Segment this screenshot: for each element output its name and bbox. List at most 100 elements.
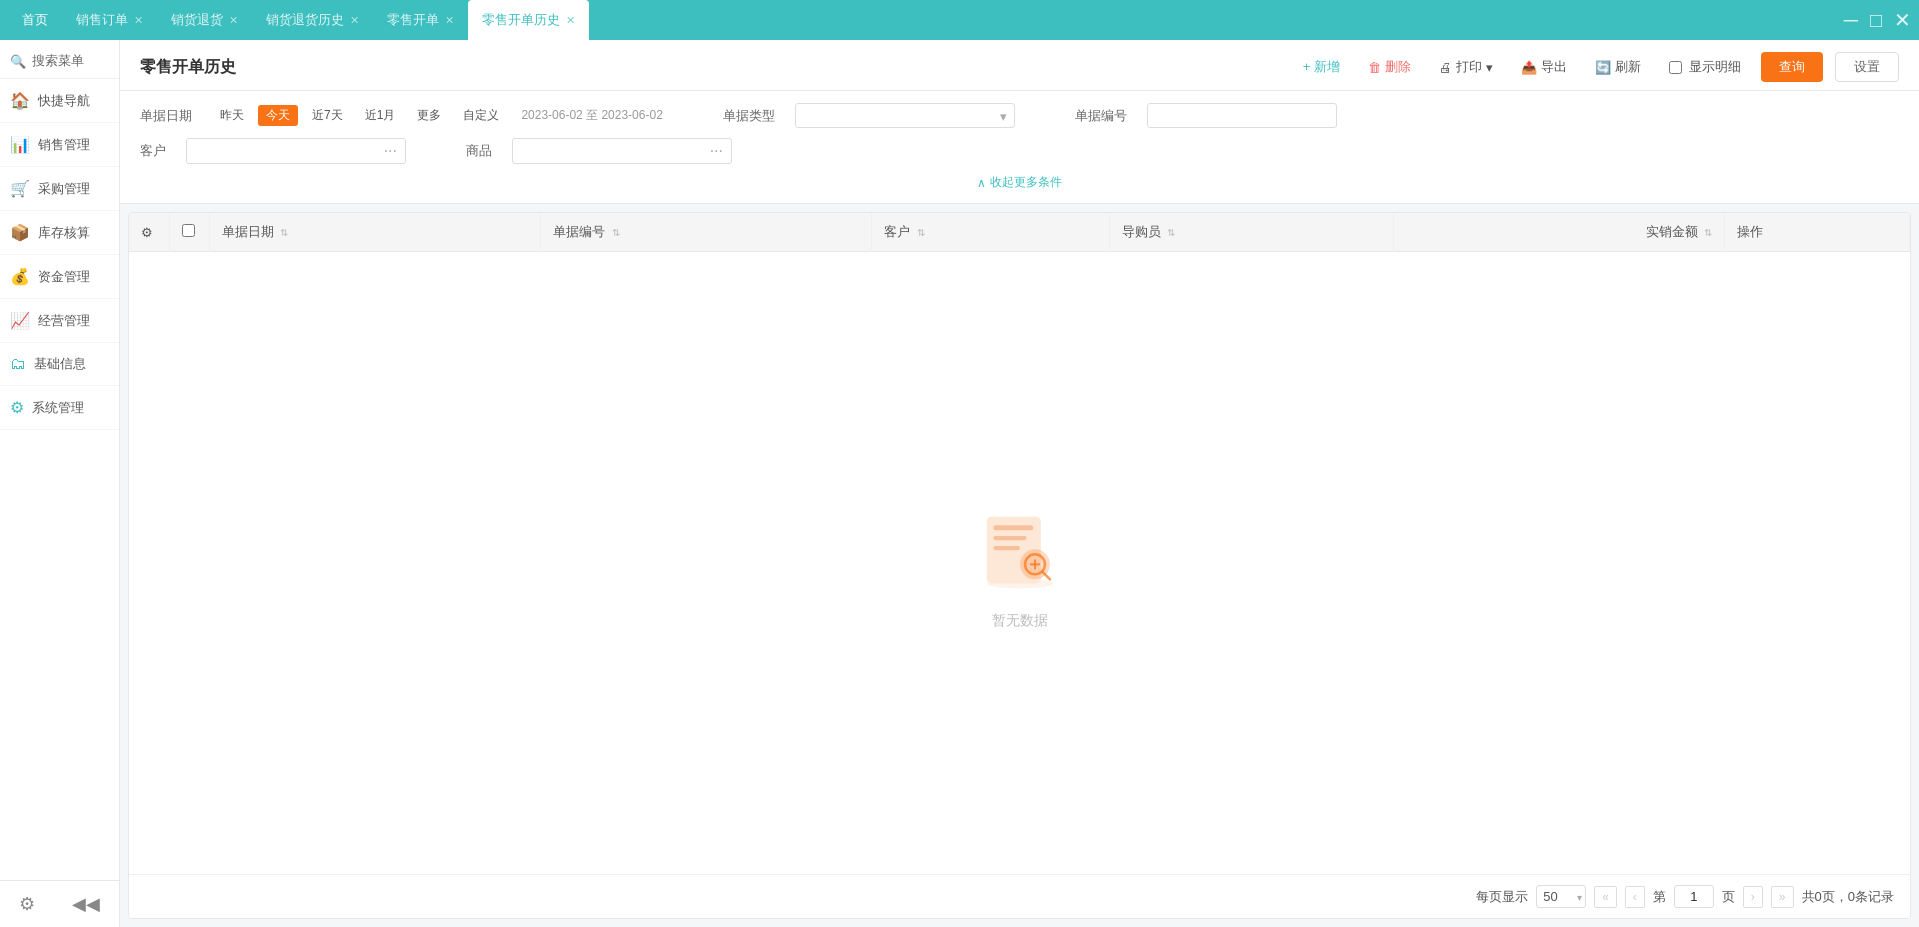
- tab-home[interactable]: 首页: [8, 0, 62, 40]
- filter-row-1: 单据日期 昨天 今天 近7天 近1月 更多 自定义 2023-06-02 至 2…: [140, 103, 1899, 128]
- tab-bar: 首页 销售订单 ✕ 销货退货 ✕ 销货退货历史 ✕ 零售开单 ✕ 零售开单历史 …: [0, 0, 1919, 40]
- svg-rect-4: [993, 546, 1020, 550]
- date-btn-custom[interactable]: 自定义: [455, 105, 507, 126]
- date-btn-1month[interactable]: 近1月: [357, 105, 404, 126]
- tab-close-retail-order-history[interactable]: ✕: [566, 14, 575, 27]
- settings-button[interactable]: 设置: [1835, 52, 1899, 82]
- home-icon: 🏠: [10, 91, 30, 110]
- goods-input-wrap[interactable]: ···: [512, 138, 732, 164]
- total-label: 共0页，0条记录: [1802, 888, 1894, 906]
- page-title: 零售开单历史: [140, 57, 236, 78]
- th-date[interactable]: 单据日期 ⇅: [209, 213, 540, 252]
- settings-footer-icon[interactable]: ⚙: [19, 893, 35, 915]
- tab-sales-return[interactable]: 销货退货 ✕: [157, 0, 252, 40]
- print-icon: 🖨: [1439, 60, 1452, 75]
- type-select[interactable]: [795, 103, 1015, 128]
- customer-input-wrap[interactable]: ···: [186, 138, 406, 164]
- info-icon: 🗂: [10, 355, 26, 373]
- search-icon: 🔍: [10, 54, 26, 69]
- empty-icon: [970, 496, 1070, 596]
- delete-button[interactable]: 🗑 删除: [1360, 54, 1419, 80]
- display-detail-button[interactable]: 显示明细: [1661, 54, 1749, 80]
- tab-retail-order-history[interactable]: 零售开单历史 ✕: [468, 0, 589, 40]
- date-btn-today[interactable]: 今天: [258, 105, 298, 126]
- display-detail-checkbox[interactable]: [1669, 61, 1682, 74]
- next-page-button[interactable]: ›: [1743, 886, 1763, 908]
- customer-input[interactable]: [195, 144, 384, 159]
- sort-amount-icon: ⇅: [1704, 227, 1712, 238]
- collapse-arrow-icon: ∧: [977, 176, 986, 190]
- sidebar-item-sales[interactable]: 📊 销售管理: [0, 123, 119, 167]
- export-button[interactable]: 📤 导出: [1513, 54, 1575, 80]
- page-size-select[interactable]: 10 20 50 100: [1536, 885, 1586, 908]
- tab-sales-order[interactable]: 销售订单 ✕: [62, 0, 157, 40]
- th-checkbox[interactable]: [169, 213, 209, 252]
- tab-close-sales-return-history[interactable]: ✕: [350, 14, 359, 27]
- tab-close-sales-return[interactable]: ✕: [229, 14, 238, 27]
- th-guide[interactable]: 导购员 ⇅: [1109, 213, 1393, 252]
- date-btn-yesterday[interactable]: 昨天: [212, 105, 252, 126]
- sidebar-item-purchase[interactable]: 🛒 采购管理: [0, 167, 119, 211]
- goods-dots[interactable]: ···: [710, 142, 723, 160]
- tab-close-retail-order[interactable]: ✕: [445, 14, 454, 27]
- tab-bar-controls: ─ □ ✕: [1844, 8, 1911, 32]
- window-close-icon[interactable]: ✕: [1894, 8, 1911, 32]
- prev-page-button[interactable]: ‹: [1625, 886, 1645, 908]
- print-button[interactable]: 🖨 打印 ▾: [1431, 54, 1501, 80]
- tab-sales-return-history[interactable]: 销货退货历史 ✕: [252, 0, 373, 40]
- th-settings[interactable]: ⚙: [129, 213, 169, 252]
- operations-icon: 📈: [10, 311, 30, 330]
- tab-close-sales-order[interactable]: ✕: [134, 14, 143, 27]
- collapse-button[interactable]: ∧ 收起更多条件: [140, 174, 1899, 191]
- type-select-wrap: [795, 103, 1015, 128]
- toolbar: + 新增 🗑 删除 🖨 打印 ▾ 📤 导出 🔄 刷新: [1295, 52, 1899, 82]
- current-page-input[interactable]: [1674, 885, 1714, 908]
- table-scroll: ⚙ 单据日期 ⇅ 单据编号 ⇅: [129, 213, 1910, 874]
- sort-date-icon: ⇅: [280, 227, 288, 238]
- main-layout: 🔍 搜索菜单 🏠 快捷导航 📊 销售管理 🛒 采购管理 📦 库存核算 💰 资金管…: [0, 40, 1919, 927]
- page-header: 零售开单历史 + 新增 🗑 删除 🖨 打印 ▾ 📤 导出 🔄: [120, 40, 1919, 91]
- date-btn-more[interactable]: 更多: [409, 105, 449, 126]
- th-action: 操作: [1725, 213, 1910, 252]
- sidebar-search[interactable]: 🔍 搜索菜单: [0, 40, 119, 79]
- sidebar-item-quick-nav[interactable]: 🏠 快捷导航: [0, 79, 119, 123]
- svg-rect-3: [993, 536, 1026, 540]
- sidebar-item-system[interactable]: ⚙ 系统管理: [0, 386, 119, 430]
- date-label: 单据日期: [140, 107, 192, 125]
- refresh-button[interactable]: 🔄 刷新: [1587, 54, 1649, 80]
- tab-retail-order[interactable]: 零售开单 ✕: [373, 0, 468, 40]
- sort-guide-icon: ⇅: [1167, 227, 1175, 238]
- page-label: 页: [1722, 888, 1735, 906]
- sidebar-item-operations[interactable]: 📈 经营管理: [0, 299, 119, 343]
- th-amount[interactable]: 实销金额 ⇅: [1394, 213, 1725, 252]
- date-range-text: 2023-06-02 至 2023-06-02: [521, 107, 662, 124]
- select-all-checkbox[interactable]: [182, 224, 195, 237]
- goods-input[interactable]: [521, 144, 710, 159]
- svg-rect-2: [993, 525, 1033, 530]
- window-maximize-icon[interactable]: □: [1870, 9, 1882, 32]
- sidebar-item-basic-info[interactable]: 🗂 基础信息: [0, 343, 119, 386]
- purchase-icon: 🛒: [10, 179, 30, 198]
- refresh-icon: 🔄: [1595, 60, 1611, 75]
- empty-text: 暂无数据: [992, 612, 1048, 630]
- sidebar-item-inventory[interactable]: 📦 库存核算: [0, 211, 119, 255]
- window-minimize-icon[interactable]: ─: [1844, 9, 1858, 32]
- th-id[interactable]: 单据编号 ⇅: [540, 213, 871, 252]
- delete-icon: 🗑: [1368, 60, 1381, 75]
- page-size-label: 每页显示: [1476, 888, 1528, 906]
- customer-dots[interactable]: ···: [384, 142, 397, 160]
- id-input[interactable]: [1147, 103, 1337, 128]
- column-settings-icon[interactable]: ⚙: [141, 225, 153, 240]
- th-customer[interactable]: 客户 ⇅: [872, 213, 1109, 252]
- sales-icon: 📊: [10, 135, 30, 154]
- first-page-button[interactable]: «: [1594, 886, 1617, 908]
- last-page-button[interactable]: »: [1771, 886, 1794, 908]
- sidebar-item-finance[interactable]: 💰 资金管理: [0, 255, 119, 299]
- filter-row-2: 客户 ··· 商品 ···: [140, 138, 1899, 164]
- date-btn-7days[interactable]: 近7天: [304, 105, 351, 126]
- query-button[interactable]: 查询: [1761, 52, 1823, 82]
- sidebar-footer: ⚙ ◀◀: [0, 880, 119, 927]
- add-button[interactable]: + 新增: [1295, 54, 1348, 80]
- collapse-sidebar-icon[interactable]: ◀◀: [72, 893, 100, 915]
- pagination: 每页显示 10 20 50 100 « ‹ 第 页 › » 共0页，0条记录: [129, 874, 1910, 918]
